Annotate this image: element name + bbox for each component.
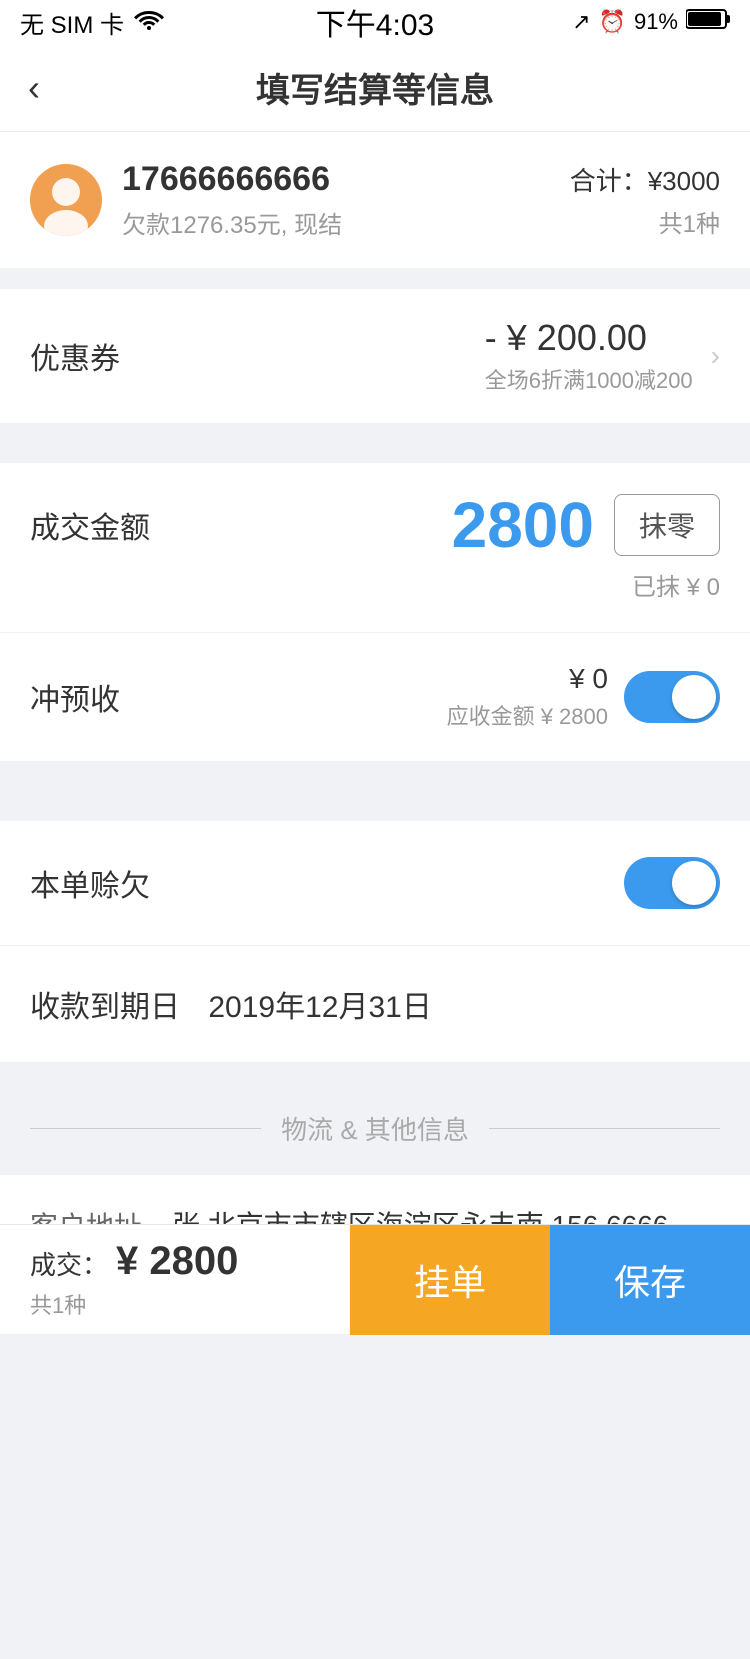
prepaid-toggle[interactable] — [624, 671, 720, 723]
battery-icon — [686, 8, 730, 36]
logistics-title: 物流 & 其他信息 — [261, 1110, 489, 1147]
due-date-label: 收款到期日 — [30, 991, 180, 1024]
alarm-icon: ⏰ — [599, 9, 626, 35]
coupon-card[interactable]: 优惠券 - ¥ 200.00 全场6折满1000减200 › — [0, 288, 750, 423]
toggle-knob — [672, 675, 716, 719]
bottom-bar: 成交： ¥ 2800 共1种 挂单 保存 — [0, 1224, 750, 1334]
content: 17666666666 欠款1276.35元, 现结 合计：¥3000 共1种 … — [0, 132, 750, 1659]
coupon-desc: 全场6折满1000减200 — [485, 363, 693, 395]
amount-sub: 已抹 ¥ 0 — [30, 567, 720, 602]
due-date-row: 收款到期日 2019年12月31日 — [0, 945, 750, 1062]
sim-status: 无 SIM 卡 — [20, 5, 124, 40]
bottom-amount: ¥ 2800 — [116, 1239, 238, 1284]
amount-section: 成交金额 2800 抹零 已抹 ¥ 0 — [0, 463, 750, 632]
amount-right: 2800 抹零 — [452, 493, 720, 557]
prepaid-row: 冲预收 ¥ 0 应收金额 ¥ 2800 — [30, 663, 720, 731]
section-divider-2 — [0, 781, 750, 801]
bottom-deal-row: 成交： ¥ 2800 — [30, 1239, 320, 1284]
total-count: 共1种 — [570, 204, 720, 239]
prepaid-sub: 应收金额 ¥ 2800 — [447, 699, 608, 731]
bottom-info: 成交： ¥ 2800 共1种 — [0, 1239, 350, 1320]
customer-left: 17666666666 欠款1276.35元, 现结 — [30, 160, 342, 240]
amount-row: 成交金额 2800 抹零 — [30, 493, 720, 557]
status-bar: 无 SIM 卡 下午4:03 ↗ ⏰ 91% — [0, 0, 750, 44]
credit-row: 本单赊欠 — [0, 821, 750, 945]
logistics-header: 物流 & 其他信息 — [0, 1082, 750, 1175]
coupon-discount: - ¥ 200.00 — [485, 317, 693, 359]
credit-toggle[interactable] — [624, 857, 720, 909]
logistics-line-right — [489, 1128, 720, 1129]
customer-sub: 欠款1276.35元, 现结 — [122, 205, 342, 240]
status-time: 下午4:03 — [316, 0, 434, 44]
back-button[interactable]: ‹ — [28, 67, 40, 109]
amount-value: 2800 — [452, 493, 594, 557]
hang-button[interactable]: 挂单 — [350, 1225, 550, 1335]
coupon-info: - ¥ 200.00 全场6折满1000减200 — [485, 317, 693, 395]
prepaid-section: 冲预收 ¥ 0 应收金额 ¥ 2800 — [0, 632, 750, 761]
amount-label: 成交金额 — [30, 503, 150, 547]
logistics-line-left — [30, 1128, 261, 1129]
total-label: 合计：¥3000 — [570, 161, 720, 198]
customer-phone: 17666666666 — [122, 160, 342, 199]
coupon-chevron-icon: › — [711, 340, 720, 372]
coupon-label: 优惠券 — [30, 334, 120, 378]
save-button[interactable]: 保存 — [550, 1225, 750, 1335]
prepaid-value: ¥ 0 应收金额 ¥ 2800 — [447, 663, 608, 731]
section-divider-1 — [0, 443, 750, 463]
prepaid-amount: ¥ 0 — [447, 663, 608, 695]
credit-toggle-knob — [672, 861, 716, 905]
prepaid-right: ¥ 0 应收金额 ¥ 2800 — [447, 663, 720, 731]
status-right: ↗ ⏰ 91% — [572, 8, 730, 36]
bottom-count: 共1种 — [30, 1288, 320, 1320]
customer-total: 合计：¥3000 共1种 — [570, 161, 720, 239]
nav-bar: ‹ 填写结算等信息 — [0, 44, 750, 132]
wifi-icon — [134, 8, 164, 37]
customer-info: 17666666666 欠款1276.35元, 现结 — [122, 160, 342, 240]
coupon-right: - ¥ 200.00 全场6折满1000减200 › — [485, 317, 720, 395]
location-icon: ↗ — [572, 9, 590, 35]
bottom-deal-label: 成交： — [30, 1245, 108, 1282]
grey-filler — [0, 1339, 750, 1539]
avatar — [30, 164, 102, 236]
battery-text: 91% — [634, 9, 678, 35]
credit-section: 本单赊欠 收款到期日 2019年12月31日 — [0, 821, 750, 1062]
prepaid-label: 冲预收 — [30, 675, 120, 719]
round-button[interactable]: 抹零 — [614, 494, 720, 556]
status-left: 无 SIM 卡 — [20, 5, 164, 40]
credit-label: 本单赊欠 — [30, 861, 150, 905]
page-title: 填写结算等信息 — [256, 63, 494, 112]
due-date-value: 2019年12月31日 — [208, 991, 431, 1024]
customer-card: 17666666666 欠款1276.35元, 现结 合计：¥3000 共1种 — [0, 132, 750, 268]
